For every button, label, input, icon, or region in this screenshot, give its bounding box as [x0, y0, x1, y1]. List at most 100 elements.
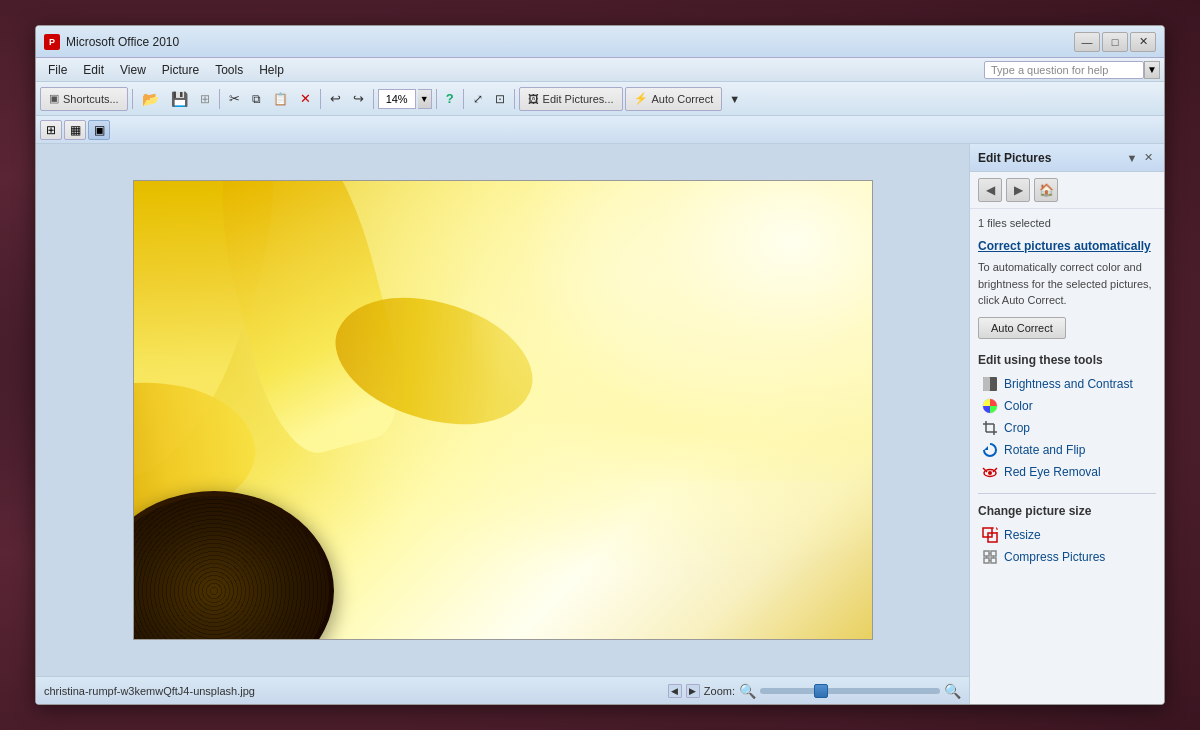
tool-color[interactable]: Color	[978, 395, 1156, 417]
compress-icon	[982, 549, 998, 565]
svg-rect-19	[991, 558, 996, 563]
actual-size-button[interactable]: ⊡	[490, 87, 510, 111]
zoom-slider[interactable]	[760, 688, 940, 694]
brightness-icon	[982, 376, 998, 392]
image-area: christina-rumpf-w3kemwQftJ4-unsplash.jpg…	[36, 144, 969, 704]
panel-forward-btn[interactable]: ▶	[1006, 178, 1030, 202]
toolbar-separator-2	[219, 89, 220, 109]
edit-pictures-label: Edit Pictures...	[543, 93, 614, 105]
zoom-text-label: Zoom:	[704, 685, 735, 697]
panel-close-btn[interactable]: ✕	[1140, 150, 1156, 166]
tool-resize[interactable]: Resize	[978, 524, 1156, 546]
auto-correct-button[interactable]: Auto Correct	[978, 317, 1066, 339]
tool-compress[interactable]: Compress Pictures	[978, 546, 1156, 568]
panel-back-btn[interactable]: ◀	[978, 178, 1002, 202]
svg-rect-18	[984, 558, 989, 563]
save-button[interactable]: 💾	[166, 87, 193, 111]
main-toolbar: ▣ Shortcuts... 📂 💾 ⊞ ✂ ⧉ 📋 ✕ ↩	[36, 82, 1164, 116]
menu-view[interactable]: View	[112, 61, 154, 79]
tool-rotate-label: Rotate and Flip	[1004, 443, 1085, 457]
zoom-slider-thumb[interactable]	[814, 684, 828, 698]
tool-color-label: Color	[1004, 399, 1033, 413]
view-toolbar: ⊞ ▦ ▣	[36, 116, 1164, 144]
tool-brightness-label: Brightness and Contrast	[1004, 377, 1133, 391]
zoom-next-btn[interactable]: ▶	[686, 684, 700, 698]
zoom-in-icon[interactable]: 🔍	[944, 683, 961, 699]
files-selected-label: 1 files selected	[978, 217, 1156, 229]
panel-home-btn[interactable]: 🏠	[1034, 178, 1058, 202]
view-grid-btn[interactable]: ⊞	[40, 120, 62, 140]
filename-label: christina-rumpf-w3kemwQftJ4-unsplash.jpg	[44, 685, 660, 697]
tool-crop[interactable]: Crop	[978, 417, 1156, 439]
app-icon: P	[44, 34, 60, 50]
zoom-control: ◀ ▶ Zoom: 🔍 🔍	[668, 683, 961, 699]
edit-tools-title: Edit using these tools	[978, 353, 1156, 367]
title-bar: P Microsoft Office 2010 — □ ✕	[36, 26, 1164, 58]
toolbar-separator-6	[463, 89, 464, 109]
toolbar-dropdown-btn[interactable]: ▼	[724, 87, 745, 111]
close-button[interactable]: ✕	[1130, 32, 1156, 52]
view-list-btn[interactable]: ▦	[64, 120, 86, 140]
panel-menu-btn[interactable]: ▼	[1124, 150, 1140, 166]
toolbar-separator-7	[514, 89, 515, 109]
help-placeholder: Type a question for help	[991, 64, 1108, 76]
tool-redeye[interactable]: Red Eye Removal	[978, 461, 1156, 483]
menu-help[interactable]: Help	[251, 61, 292, 79]
panel-header: Edit Pictures ▼ ✕	[970, 144, 1164, 172]
tool-crop-label: Crop	[1004, 421, 1030, 435]
toolbar-separator-5	[436, 89, 437, 109]
menu-tools[interactable]: Tools	[207, 61, 251, 79]
menu-edit[interactable]: Edit	[75, 61, 112, 79]
change-size-title: Change picture size	[978, 504, 1156, 518]
minimize-button[interactable]: —	[1074, 32, 1100, 52]
tool-rotate[interactable]: Rotate and Flip	[978, 439, 1156, 461]
menu-file[interactable]: File	[40, 61, 75, 79]
help-search-box[interactable]: Type a question for help	[984, 61, 1144, 79]
cut-button[interactable]: ✂	[224, 87, 245, 111]
tool-brightness-contrast[interactable]: Brightness and Contrast	[978, 373, 1156, 395]
zoom-dropdown[interactable]: ▼	[418, 89, 432, 109]
toolbar-separator-4	[373, 89, 374, 109]
view-preview-btn[interactable]: ▣	[88, 120, 110, 140]
redo-button[interactable]: ↪	[348, 87, 369, 111]
auto-correct-toolbar-label: Auto Correct	[652, 93, 714, 105]
section-divider	[978, 493, 1156, 494]
flower-image	[134, 181, 872, 639]
tool-resize-label: Resize	[1004, 528, 1041, 542]
shortcuts-label: Shortcuts...	[63, 93, 119, 105]
open-button[interactable]: 📂	[137, 87, 164, 111]
tool-redeye-label: Red Eye Removal	[1004, 465, 1101, 479]
svg-marker-7	[984, 446, 988, 450]
menu-picture[interactable]: Picture	[154, 61, 207, 79]
svg-rect-17	[991, 551, 996, 556]
help-button[interactable]: ?	[441, 87, 459, 111]
undo-button[interactable]: ↩	[325, 87, 346, 111]
edit-pictures-button[interactable]: 🖼 Edit Pictures...	[519, 87, 623, 111]
auto-correct-section-title[interactable]: Correct pictures automatically	[978, 239, 1156, 253]
fit-button[interactable]: ⤢	[468, 87, 488, 111]
rotate-icon	[982, 442, 998, 458]
auto-correct-description: To automatically correct color and brigh…	[978, 259, 1156, 309]
toolbar-btn-3[interactable]: ⊞	[195, 87, 215, 111]
toolbar-separator-3	[320, 89, 321, 109]
zoom-input[interactable]	[378, 89, 416, 109]
tool-compress-label: Compress Pictures	[1004, 550, 1105, 564]
maximize-button[interactable]: □	[1102, 32, 1128, 52]
panel-title: Edit Pictures	[978, 151, 1124, 165]
panel-body: 1 files selected Correct pictures automa…	[970, 209, 1164, 704]
resize-icon	[982, 527, 998, 543]
zoom-prev-btn[interactable]: ◀	[668, 684, 682, 698]
status-bar: christina-rumpf-w3kemwQftJ4-unsplash.jpg…	[36, 676, 969, 704]
help-dropdown-btn[interactable]: ▼	[1144, 61, 1160, 79]
edit-pictures-panel: Edit Pictures ▼ ✕ ◀ ▶ 🏠 1 files selected…	[969, 144, 1164, 704]
paste-button[interactable]: 📋	[268, 87, 293, 111]
copy-button[interactable]: ⧉	[247, 87, 266, 111]
menu-bar: File Edit View Picture Tools Help Type a…	[36, 58, 1164, 82]
svg-point-9	[988, 471, 992, 475]
zoom-out-icon[interactable]: 🔍	[739, 683, 756, 699]
shortcuts-button[interactable]: ▣ Shortcuts...	[40, 87, 128, 111]
auto-correct-toolbar-button[interactable]: ⚡ Auto Correct	[625, 87, 723, 111]
window-controls: — □ ✕	[1074, 32, 1156, 52]
delete-button[interactable]: ✕	[295, 87, 316, 111]
crop-icon	[982, 420, 998, 436]
